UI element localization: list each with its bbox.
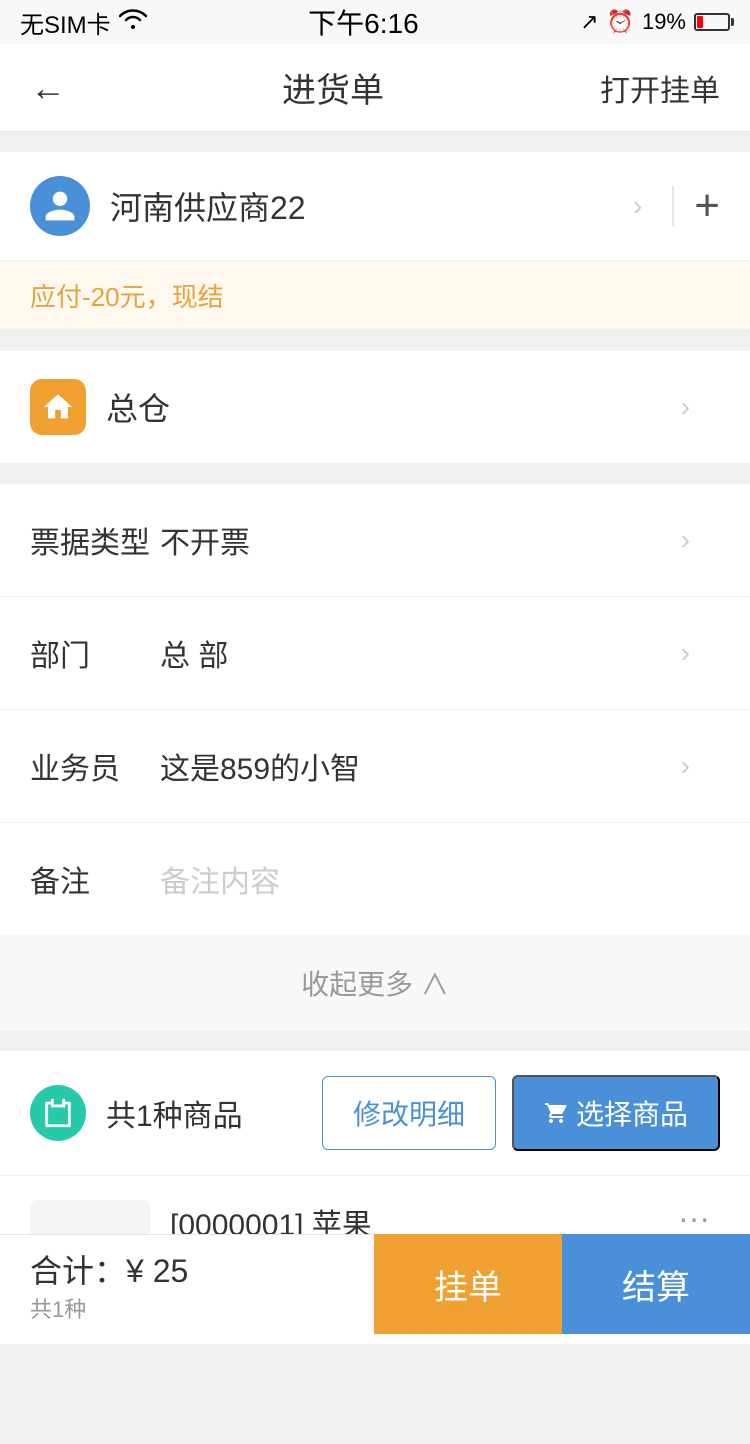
collapse-label: 收起更多 ∧ xyxy=(301,963,449,1003)
warehouse-section[interactable]: 总仓 › xyxy=(0,351,750,463)
battery-percent: 19% xyxy=(642,9,686,35)
nav-bar: ← 进货单 打开挂单 xyxy=(0,44,750,132)
collapse-row[interactable]: 收起更多 ∧ xyxy=(0,935,750,1031)
remark-row[interactable]: 备注 备注内容 xyxy=(0,822,750,935)
total-amount: 合计：¥ 25 xyxy=(30,1246,344,1292)
salesperson-label: 业务员 xyxy=(30,744,160,788)
product-icon xyxy=(30,1085,86,1141)
invoice-type-row[interactable]: 票据类型 不开票 › xyxy=(0,483,750,596)
divider-3 xyxy=(0,463,750,483)
open-hang-button[interactable]: 打开挂单 xyxy=(600,66,720,110)
warehouse-row[interactable]: 总仓 › xyxy=(0,351,750,463)
add-supplier-button[interactable]: + xyxy=(694,184,720,228)
wifi-icon xyxy=(119,8,147,36)
supplier-alert: 应付-20元，现结 xyxy=(0,261,750,331)
total-value: ¥ 25 xyxy=(126,1253,188,1289)
divider-1 xyxy=(0,132,750,152)
divider-2 xyxy=(0,331,750,351)
supplier-avatar xyxy=(30,176,90,236)
supplier-name: 河南供应商22 xyxy=(110,183,633,229)
page-title: 进货单 xyxy=(282,63,384,112)
status-bar: 无SIM卡 下午6:16 ↗ ⏰ 19% xyxy=(0,0,750,44)
invoice-type-chevron: › xyxy=(681,524,690,556)
select-product-button[interactable]: 选择商品 xyxy=(512,1075,720,1151)
product-count: 共1种商品 xyxy=(106,1091,322,1135)
warehouse-chevron-icon: › xyxy=(681,391,690,423)
product-header: 共1种商品 修改明细 选择商品 xyxy=(0,1051,750,1175)
alarm-icon: ⏰ xyxy=(607,9,634,35)
remark-label: 备注 xyxy=(30,857,160,901)
invoice-type-label: 票据类型 xyxy=(30,518,160,562)
battery-icon xyxy=(694,13,730,31)
warehouse-icon xyxy=(30,379,86,435)
checkout-button[interactable]: 结算 xyxy=(562,1234,750,1334)
department-label: 部门 xyxy=(30,631,160,675)
form-section: 票据类型 不开票 › 部门 总 部 › 业务员 这是859的小智 › 备注 备注… xyxy=(0,483,750,935)
product-more-button[interactable]: ··· xyxy=(668,1200,720,1237)
supplier-chevron-icon: › xyxy=(633,190,642,222)
remark-value: 备注内容 xyxy=(160,857,720,901)
status-time: 下午6:16 xyxy=(308,2,419,42)
status-left: 无SIM卡 xyxy=(20,5,147,40)
department-value: 总 部 xyxy=(160,631,681,675)
supplier-section: 河南供应商22 › + 应付-20元，现结 xyxy=(0,152,750,331)
back-button[interactable]: ← xyxy=(30,67,66,109)
department-chevron: › xyxy=(681,637,690,669)
bottom-bar: 合计：¥ 25 共1种 挂单 结算 xyxy=(0,1234,750,1334)
salesperson-row[interactable]: 业务员 这是859的小智 › xyxy=(0,709,750,822)
supplier-row[interactable]: 河南供应商22 › + xyxy=(0,152,750,261)
supplier-divider xyxy=(672,186,674,226)
salesperson-value: 这是859的小智 xyxy=(160,744,681,788)
department-row[interactable]: 部门 总 部 › xyxy=(0,596,750,709)
edit-detail-button[interactable]: 修改明细 xyxy=(322,1076,496,1150)
total-label: 合计： xyxy=(30,1253,126,1289)
hang-button[interactable]: 挂单 xyxy=(374,1234,562,1334)
location-icon: ↗ xyxy=(580,9,598,35)
total-count: 共1种 xyxy=(30,1292,344,1324)
salesperson-chevron: › xyxy=(681,750,690,782)
invoice-type-value: 不开票 xyxy=(160,518,681,562)
warehouse-name: 总仓 xyxy=(106,384,681,430)
total-section: 合计：¥ 25 共1种 xyxy=(0,1234,374,1334)
carrier-label: 无SIM卡 xyxy=(20,5,111,40)
status-right: ↗ ⏰ 19% xyxy=(580,9,730,35)
